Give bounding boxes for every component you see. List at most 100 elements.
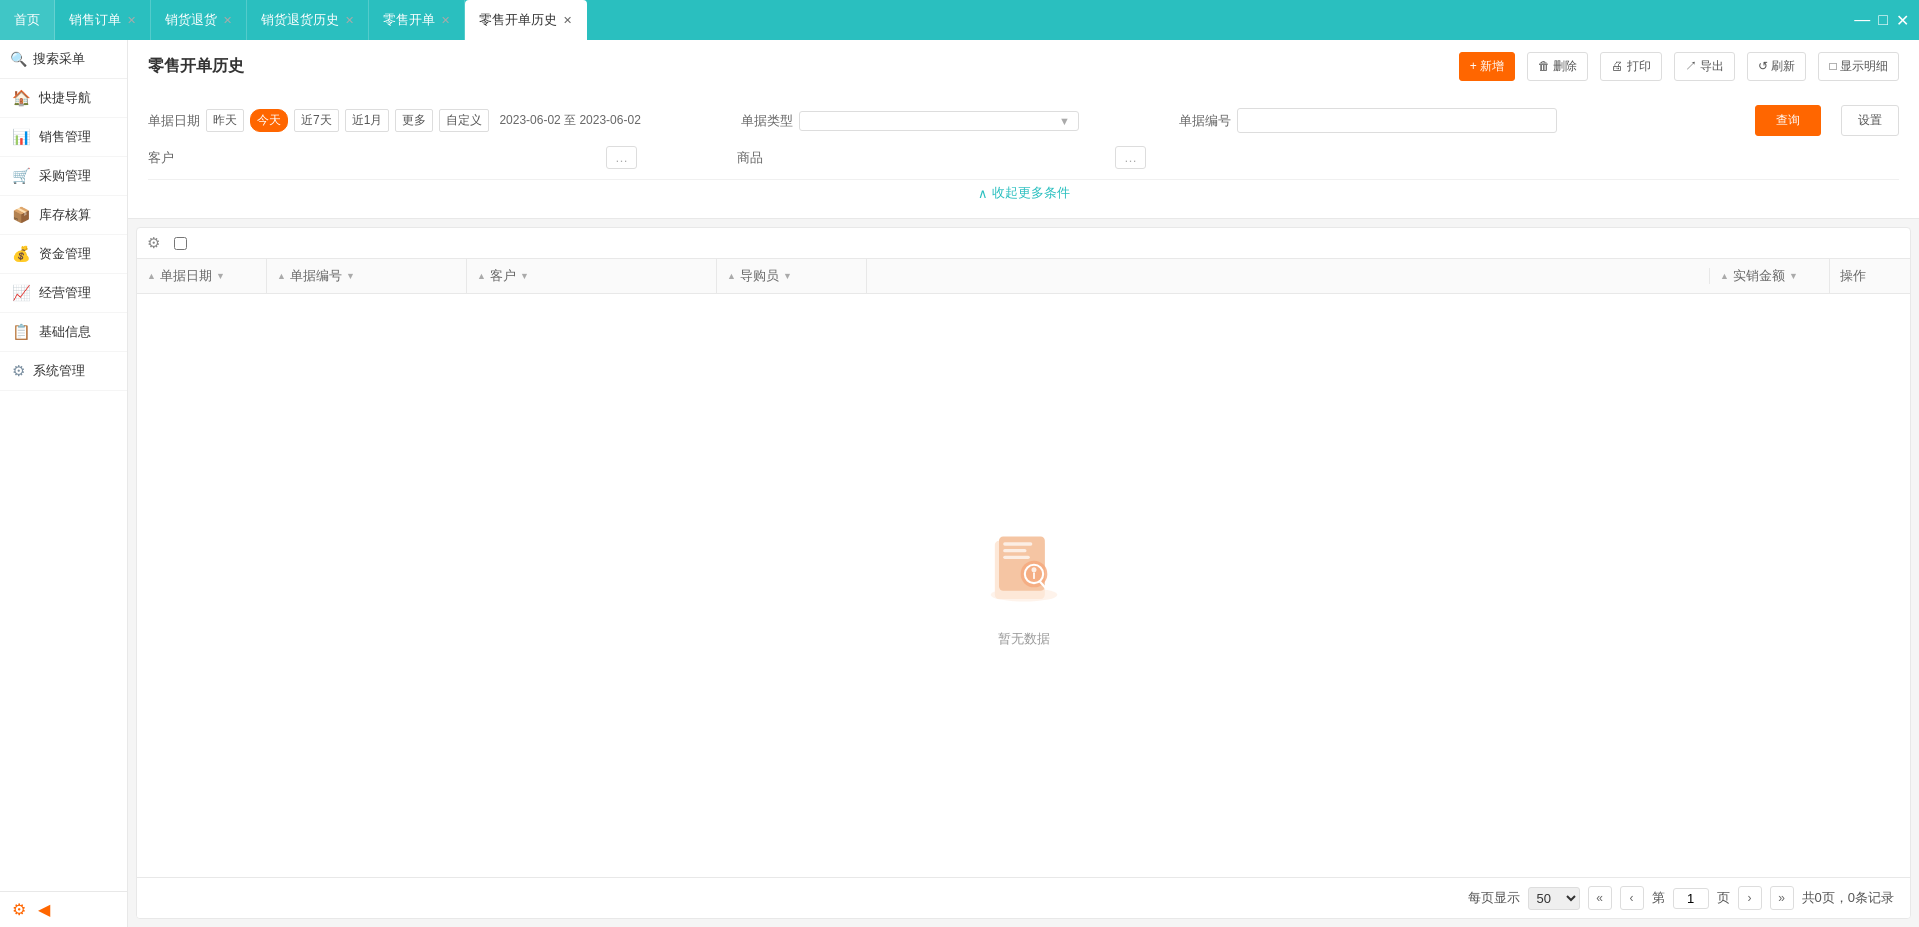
last-page-button[interactable]: »: [1770, 886, 1794, 910]
display-detail-button[interactable]: □ 显示明细: [1818, 52, 1899, 81]
export-button[interactable]: ↗ 导出: [1674, 52, 1735, 81]
date-more[interactable]: 更多: [395, 109, 433, 132]
th-client: ▲ 客户 ▼: [467, 259, 717, 293]
th-ops-label: 操作: [1840, 267, 1866, 285]
th-num: ▲ 单据编号 ▼: [267, 259, 467, 293]
sort-up-icon2: ▲: [277, 271, 286, 281]
next-page-button[interactable]: ›: [1738, 886, 1762, 910]
query-btn-field: 查询: [1755, 105, 1821, 136]
first-page-button[interactable]: «: [1588, 886, 1612, 910]
order-num-input[interactable]: [1237, 108, 1557, 133]
sidebar-item-basic-info[interactable]: 📋 基础信息: [0, 313, 127, 352]
sidebar-item-operations[interactable]: 📈 经营管理: [0, 274, 127, 313]
th-num-label: 单据编号: [290, 267, 342, 285]
sort-dn-icon: ▼: [216, 271, 225, 281]
sidebar: 🔍 搜索采单 🏠 快捷导航 📊 销售管理 🛒 采购管理 📦 库存核算 💰 资金管…: [0, 40, 128, 927]
filter-settings-button[interactable]: 设置: [1841, 105, 1899, 136]
tab-sales-order[interactable]: 销售订单 ✕: [55, 0, 151, 40]
sort-dn-icon3: ▼: [520, 271, 529, 281]
sort-up-icon4: ▲: [727, 271, 736, 281]
table-header: ▲ 单据日期 ▼ ▲ 单据编号 ▼ ▲ 客户 ▼ ▲ 导购员 ▼: [137, 259, 1910, 294]
sidebar-item-system[interactable]: ⚙ 系统管理: [0, 352, 127, 391]
select-all-checkbox[interactable]: [174, 237, 187, 250]
refresh-button[interactable]: ↺ 刷新: [1747, 52, 1806, 81]
sort-up-icon5: ▲: [1720, 271, 1729, 281]
page-size-select[interactable]: 50 10 20 100: [1528, 887, 1580, 910]
close-sales-order-tab[interactable]: ✕: [127, 14, 136, 27]
settings-icon[interactable]: ⚙: [12, 900, 26, 919]
client-ellipsis-button[interactable]: …: [606, 146, 637, 169]
order-num-field: 单据编号: [1179, 108, 1557, 133]
collapse-icon[interactable]: ◀: [38, 900, 50, 919]
prev-page-button[interactable]: ‹: [1620, 886, 1644, 910]
close-sales-return-tab[interactable]: ✕: [223, 14, 232, 27]
settings-btn-field: 设置: [1841, 105, 1899, 136]
svg-rect-3: [1003, 542, 1032, 545]
tab-retail-order[interactable]: 零售开单 ✕: [369, 0, 465, 40]
order-type-select[interactable]: ▼: [799, 111, 1079, 131]
window-controls: — □ ✕: [1854, 11, 1919, 30]
sort-dn-icon5: ▼: [1789, 271, 1798, 281]
tab-sales-return-history[interactable]: 销货退货历史 ✕: [247, 0, 369, 40]
filter-area: 单据日期 昨天 今天 近7天 近1月 更多 自定义 2023-06-02 至 2…: [148, 93, 1899, 218]
total-info: 共0页，0条记录: [1802, 889, 1894, 907]
goods-ellipsis-button[interactable]: …: [1115, 146, 1146, 169]
date-1month[interactable]: 近1月: [345, 109, 390, 132]
pagination: 每页显示 50 10 20 100 « ‹ 第 页 › » 共0页，0条记录: [137, 877, 1910, 918]
date-custom[interactable]: 自定义: [439, 109, 489, 132]
delete-button[interactable]: 🗑 删除: [1527, 52, 1588, 81]
sidebar-search[interactable]: 🔍 搜索采单: [0, 40, 127, 79]
window-min-button[interactable]: —: [1854, 11, 1870, 29]
table-toolbar: ⚙: [137, 228, 1910, 259]
tab-sales-return[interactable]: 销货退货 ✕: [151, 0, 247, 40]
tab-home[interactable]: 首页: [0, 0, 55, 40]
goods-label: 商品: [737, 149, 763, 167]
client-label: 客户: [148, 149, 174, 167]
sidebar-item-purchase[interactable]: 🛒 采购管理: [0, 157, 127, 196]
page-title: 零售开单历史: [148, 56, 244, 77]
th-date-label: 单据日期: [160, 267, 212, 285]
sidebar-item-inventory[interactable]: 📦 库存核算: [0, 196, 127, 235]
close-retail-history-tab[interactable]: ✕: [563, 14, 572, 27]
th-ops: 操作: [1830, 259, 1910, 293]
svg-point-9: [1031, 567, 1036, 572]
empty-text: 暂无数据: [998, 630, 1050, 648]
date-label: 单据日期: [148, 112, 200, 130]
toolbar: + 新增 🗑 删除 🖨 打印 ↗ 导出 ↺ 刷新 □ 显示明细: [1459, 52, 1899, 81]
basic-info-icon: 📋: [12, 323, 31, 341]
th-spacer: [867, 268, 1710, 284]
date-7days[interactable]: 近7天: [294, 109, 339, 132]
order-type-label: 单据类型: [741, 112, 793, 130]
order-type-field: 单据类型 ▼: [741, 111, 1079, 131]
window-max-button[interactable]: □: [1878, 11, 1888, 29]
main-layout: 🔍 搜索采单 🏠 快捷导航 📊 销售管理 🛒 采购管理 📦 库存核算 💰 资金管…: [0, 40, 1919, 927]
date-yesterday[interactable]: 昨天: [206, 109, 244, 132]
table-gear-icon[interactable]: ⚙: [147, 234, 160, 252]
close-sales-return-history-tab[interactable]: ✕: [345, 14, 354, 27]
page-title-bar: 零售开单历史 + 新增 🗑 删除 🖨 打印 ↗ 导出 ↺ 刷新 □ 显示明细: [148, 52, 1899, 81]
sidebar-item-finance[interactable]: 💰 资金管理: [0, 235, 127, 274]
home-icon: 🏠: [12, 89, 31, 107]
window-close-button[interactable]: ✕: [1896, 11, 1909, 30]
date-today[interactable]: 今天: [250, 109, 288, 132]
page-label: 第: [1652, 889, 1665, 907]
collapse-up-icon: ∧: [978, 186, 988, 201]
sidebar-item-sales[interactable]: 📊 销售管理: [0, 118, 127, 157]
th-client-label: 客户: [490, 267, 516, 285]
print-button[interactable]: 🖨 打印: [1600, 52, 1661, 81]
close-retail-order-tab[interactable]: ✕: [441, 14, 450, 27]
sidebar-bottom: ⚙ ◀: [0, 891, 127, 927]
collapse-bar[interactable]: ∧ 收起更多条件: [148, 179, 1899, 206]
query-button[interactable]: 查询: [1755, 105, 1821, 136]
page-suffix: 页: [1717, 889, 1730, 907]
page-number-input[interactable]: [1673, 888, 1709, 909]
search-label: 搜索采单: [33, 50, 85, 68]
tab-retail-history[interactable]: 零售开单历史 ✕: [465, 0, 587, 40]
add-button[interactable]: + 新增: [1459, 52, 1515, 81]
empty-state: 暂无数据: [137, 294, 1910, 877]
svg-rect-5: [1003, 555, 1030, 558]
sidebar-item-quick-nav[interactable]: 🏠 快捷导航: [0, 79, 127, 118]
th-date: ▲ 单据日期 ▼: [137, 259, 267, 293]
collapse-label: 收起更多条件: [992, 184, 1070, 202]
sort-dn-icon2: ▼: [346, 271, 355, 281]
